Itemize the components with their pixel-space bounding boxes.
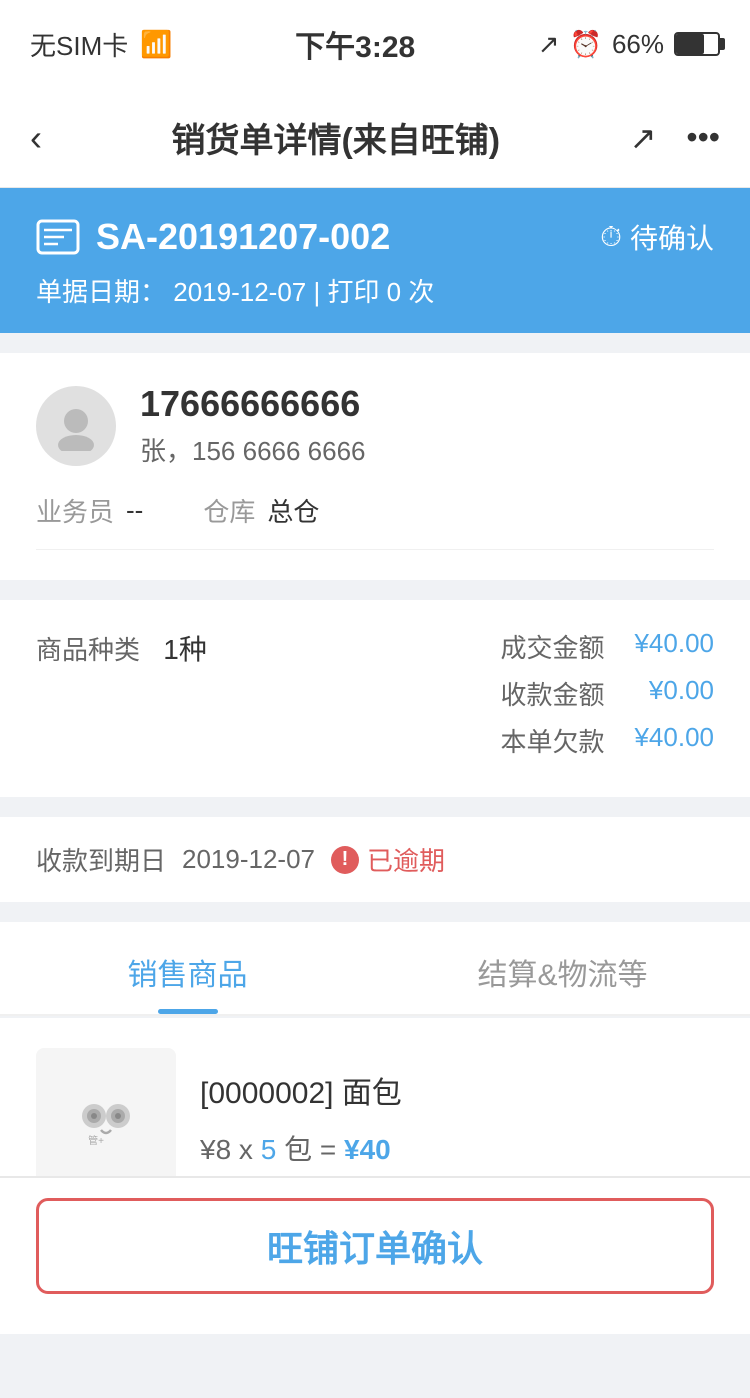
customer-phone: 17666666666 — [140, 383, 366, 425]
received-row: 收款金额 ¥0.00 — [500, 675, 714, 712]
product-unit: 包 — [284, 1134, 312, 1165]
bottom-bar: 旺铺订单确认 — [0, 1176, 750, 1334]
owed-label: 本单欠款 — [500, 722, 604, 759]
amount-row: 成交金额 ¥40.00 — [500, 628, 714, 665]
order-id: SA-20191207-002 — [36, 216, 390, 258]
order-id-row: SA-20191207-002 ⏱ 待确认 — [36, 216, 714, 258]
nav-bar: ‹ 销货单详情(来自旺铺) ↗ ••• — [0, 88, 750, 188]
sales-meta: 业务员 -- — [36, 492, 143, 529]
owed-row: 本单欠款 ¥40.00 — [500, 722, 714, 759]
amount-value: ¥40.00 — [634, 628, 714, 665]
overdue-icon: ! — [331, 846, 359, 874]
nav-actions: ↗ ••• — [630, 119, 720, 157]
back-button[interactable]: ‹ — [30, 117, 42, 159]
print-info: | 打印 0 次 — [313, 277, 434, 307]
customer-name: 张，156 6666 6666 — [140, 431, 366, 468]
more-button[interactable]: ••• — [686, 119, 720, 156]
due-label: 收款到期日 — [36, 841, 166, 878]
due-section: 收款到期日 2019-12-07 ! 已逾期 — [0, 817, 750, 902]
product-image: 管+ — [36, 1048, 176, 1188]
customer-card: 17666666666 张，156 6666 6666 业务员 -- 仓库 总仓 — [0, 353, 750, 580]
product-title: 面包 — [342, 1077, 402, 1110]
page-title: 销货单详情(来自旺铺) — [171, 113, 500, 162]
overdue-text: 已逾期 — [367, 841, 445, 878]
price-label: ¥8 x — [200, 1134, 261, 1165]
summary-right: 成交金额 ¥40.00 收款金额 ¥0.00 本单欠款 ¥40.00 — [500, 628, 714, 769]
amount-label: 成交金额 — [500, 628, 604, 665]
status-time: 下午3:28 — [295, 22, 415, 66]
warehouse-label: 仓库 — [203, 492, 255, 529]
order-number: SA-20191207-002 — [96, 216, 390, 258]
carrier-label: 无SIM卡 — [30, 26, 128, 63]
order-status: ⏱ 待确认 — [600, 217, 714, 257]
status-right: ↗ ⏰ 66% — [538, 29, 720, 60]
product-item: 管+ [0000002] 面包 ¥8 x 5 包 = ¥40 — [36, 1048, 714, 1188]
customer-meta: 业务员 -- 仓库 总仓 — [36, 492, 714, 529]
customer-info: 17666666666 张，156 6666 6666 — [140, 383, 366, 468]
confirm-order-button[interactable]: 旺铺订单确认 — [36, 1198, 714, 1294]
status-clock-icon: ⏱ — [600, 221, 622, 254]
alarm-icon: ⏰ — [570, 29, 602, 60]
type-value: 1种 — [163, 634, 207, 665]
order-date: 2019-12-07 — [173, 277, 306, 307]
due-date: 2019-12-07 — [182, 844, 315, 875]
svg-text:管+: 管+ — [88, 1134, 104, 1147]
summary-section: 商品种类 1种 成交金额 ¥40.00 收款金额 ¥0.00 本单欠款 ¥40.… — [0, 600, 750, 797]
card-divider — [36, 549, 714, 550]
type-label: 商品种类 — [36, 635, 140, 665]
owed-value: ¥40.00 — [634, 722, 714, 759]
battery-label: 66% — [612, 29, 664, 60]
overdue-badge: ! 已逾期 — [331, 841, 445, 878]
product-total: ¥40 — [344, 1134, 391, 1165]
received-label: 收款金额 — [500, 675, 604, 712]
battery-icon — [674, 32, 720, 56]
date-label: 单据日期： — [36, 277, 166, 307]
tab-sales-products[interactable]: 销售商品 — [0, 922, 375, 1014]
avatar — [36, 386, 116, 466]
product-qty: 5 — [261, 1134, 277, 1165]
tab-settlement[interactable]: 结算&物流等 — [375, 922, 750, 1014]
status-left: 无SIM卡 📶 — [30, 26, 173, 63]
product-name: [0000002] 面包 — [200, 1068, 714, 1112]
order-header: SA-20191207-002 ⏱ 待确认 单据日期： 2019-12-07 |… — [0, 188, 750, 333]
order-date-row: 单据日期： 2019-12-07 | 打印 0 次 — [36, 272, 714, 309]
customer-row: 17666666666 张，156 6666 6666 — [36, 383, 714, 468]
tabs-bar: 销售商品 结算&物流等 — [0, 922, 750, 1016]
warehouse-value: 总仓 — [267, 492, 319, 529]
sales-label: 业务员 — [36, 492, 114, 529]
product-price-row: ¥8 x 5 包 = ¥40 — [200, 1128, 714, 1168]
received-value: ¥0.00 — [649, 675, 714, 712]
equals-sign: = — [320, 1134, 344, 1165]
wifi-icon: 📶 — [140, 29, 172, 60]
order-icon — [36, 219, 80, 255]
status-text: 待确认 — [630, 217, 714, 257]
share-button[interactable]: ↗ — [630, 119, 657, 157]
sales-value: -- — [126, 495, 143, 526]
product-code: [0000002] — [200, 1077, 333, 1110]
status-bar: 无SIM卡 📶 下午3:28 ↗ ⏰ 66% — [0, 0, 750, 88]
location-icon: ↗ — [538, 29, 560, 60]
warehouse-meta: 仓库 总仓 — [203, 492, 319, 529]
summary-left: 商品种类 1种 — [36, 628, 207, 668]
product-info: [0000002] 面包 ¥8 x 5 包 = ¥40 — [200, 1068, 714, 1168]
